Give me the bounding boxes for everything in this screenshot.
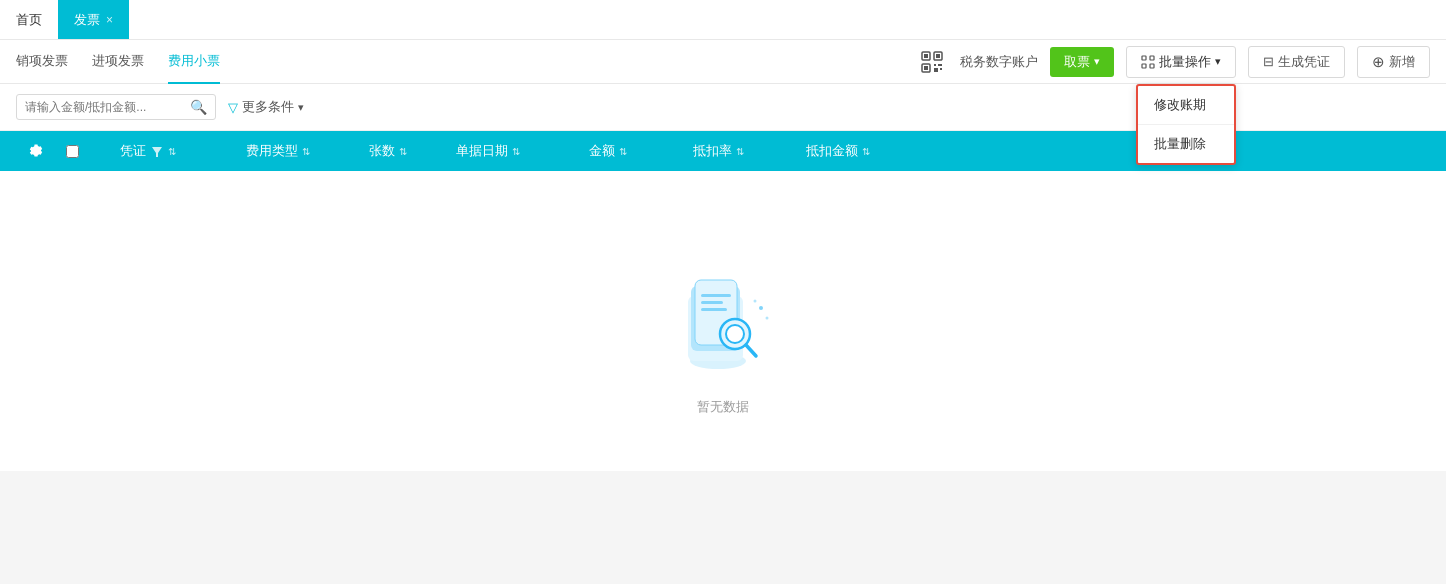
qrcode-button[interactable]: [916, 46, 948, 78]
search-icon[interactable]: 🔍: [190, 99, 207, 115]
svg-rect-6: [934, 64, 936, 66]
deduct-amount-sort-icon[interactable]: ⇅: [862, 146, 870, 157]
rate-sort-icon[interactable]: ⇅: [736, 146, 744, 157]
svg-rect-20: [701, 301, 723, 304]
voucher-sort-icon[interactable]: ⇅: [168, 146, 176, 157]
tab-jin-invoice[interactable]: 进项发票: [92, 40, 144, 84]
batch-dropdown-menu: 修改账期 批量删除: [1136, 84, 1236, 165]
svg-point-26: [766, 317, 769, 320]
more-conditions-chevron: ▾: [298, 101, 304, 114]
svg-rect-8: [934, 68, 938, 72]
batch-operation-wrapper: 批量操作 ▾ 修改账期 批量删除: [1126, 46, 1236, 78]
svg-rect-10: [1142, 56, 1146, 60]
date-sort-icon[interactable]: ⇅: [512, 146, 520, 157]
sub-nav-right: 税务数字账户 取票 ▾ 批量操作 ▾ 修改账期: [916, 46, 1430, 78]
tax-account-button[interactable]: 税务数字账户: [960, 53, 1038, 71]
svg-point-23: [726, 325, 744, 343]
batch-operation-button[interactable]: 批量操作 ▾: [1126, 46, 1236, 78]
expense-type-sort-icon[interactable]: ⇅: [302, 146, 310, 157]
select-all-checkbox[interactable]: [66, 145, 79, 158]
svg-rect-11: [1150, 56, 1154, 60]
batch-chevron: ▾: [1215, 55, 1221, 68]
take-ticket-chevron: ▾: [1094, 55, 1100, 68]
home-label: 首页: [16, 11, 42, 29]
search-wrap[interactable]: 🔍: [16, 94, 216, 120]
th-count[interactable]: 张数 ⇅: [348, 142, 428, 160]
svg-rect-1: [924, 54, 928, 58]
take-ticket-label: 取票: [1064, 53, 1090, 71]
tab-xiao-invoice[interactable]: 销项发票: [16, 40, 68, 84]
svg-rect-9: [940, 68, 942, 70]
th-voucher[interactable]: 凭证 ⇅: [88, 142, 208, 160]
th-checkbox[interactable]: [56, 145, 88, 158]
more-conditions-button[interactable]: ▽ 更多条件 ▾: [228, 98, 304, 116]
empty-state-icon: [663, 266, 783, 386]
sub-nav: 销项发票 进项发票 费用小票 税务数字账户: [0, 40, 1446, 84]
dropdown-batch-delete[interactable]: 批量删除: [1138, 125, 1234, 163]
svg-rect-5: [924, 66, 928, 70]
svg-marker-14: [152, 147, 162, 157]
batch-icon: [1141, 55, 1155, 69]
svg-rect-19: [701, 294, 731, 297]
svg-rect-7: [938, 64, 942, 66]
amount-sort-icon[interactable]: ⇅: [619, 146, 627, 157]
count-sort-icon[interactable]: ⇅: [399, 146, 407, 157]
add-icon: ⊕: [1372, 53, 1385, 71]
svg-rect-3: [936, 54, 940, 58]
voucher-filter-icon[interactable]: [150, 144, 164, 158]
more-conditions-label: 更多条件: [242, 98, 294, 116]
tab-label: 发票: [74, 11, 100, 29]
th-deduct-amount[interactable]: 抵扣金额 ⇅: [768, 142, 908, 160]
empty-state-text: 暂无数据: [697, 398, 749, 416]
svg-line-24: [746, 345, 756, 356]
generate-voucher-button[interactable]: ⊟ 生成凭证: [1248, 46, 1345, 78]
add-label: 新增: [1389, 53, 1415, 71]
th-amount[interactable]: 金额 ⇅: [548, 142, 668, 160]
svg-point-25: [759, 306, 763, 310]
th-rate[interactable]: 抵扣率 ⇅: [668, 142, 768, 160]
svg-rect-13: [1150, 64, 1154, 68]
batch-operation-label: 批量操作: [1159, 53, 1211, 71]
sub-nav-left: 销项发票 进项发票 费用小票: [16, 40, 220, 84]
tab-close-icon[interactable]: ×: [106, 13, 113, 27]
th-expense-type[interactable]: 费用类型 ⇅: [208, 142, 348, 160]
th-date[interactable]: 单据日期 ⇅: [428, 142, 548, 160]
svg-point-27: [754, 300, 757, 303]
generate-voucher-label: 生成凭证: [1278, 53, 1330, 71]
filter-icon: ▽: [228, 100, 238, 115]
take-ticket-button[interactable]: 取票 ▾: [1050, 47, 1114, 77]
search-input[interactable]: [25, 100, 190, 114]
settings-icon[interactable]: [28, 143, 44, 159]
svg-rect-12: [1142, 64, 1146, 68]
invoice-tab[interactable]: 发票 ×: [58, 0, 129, 39]
svg-rect-21: [701, 308, 727, 311]
home-nav-item[interactable]: 首页: [0, 0, 58, 39]
add-button[interactable]: ⊕ 新增: [1357, 46, 1430, 78]
dropdown-modify-period[interactable]: 修改账期: [1138, 86, 1234, 124]
tab-fei-invoice[interactable]: 费用小票: [168, 40, 220, 84]
empty-state: 暂无数据: [0, 171, 1446, 471]
th-settings[interactable]: [16, 143, 56, 159]
qrcode-icon: [921, 51, 943, 73]
generate-icon: ⊟: [1263, 54, 1274, 69]
